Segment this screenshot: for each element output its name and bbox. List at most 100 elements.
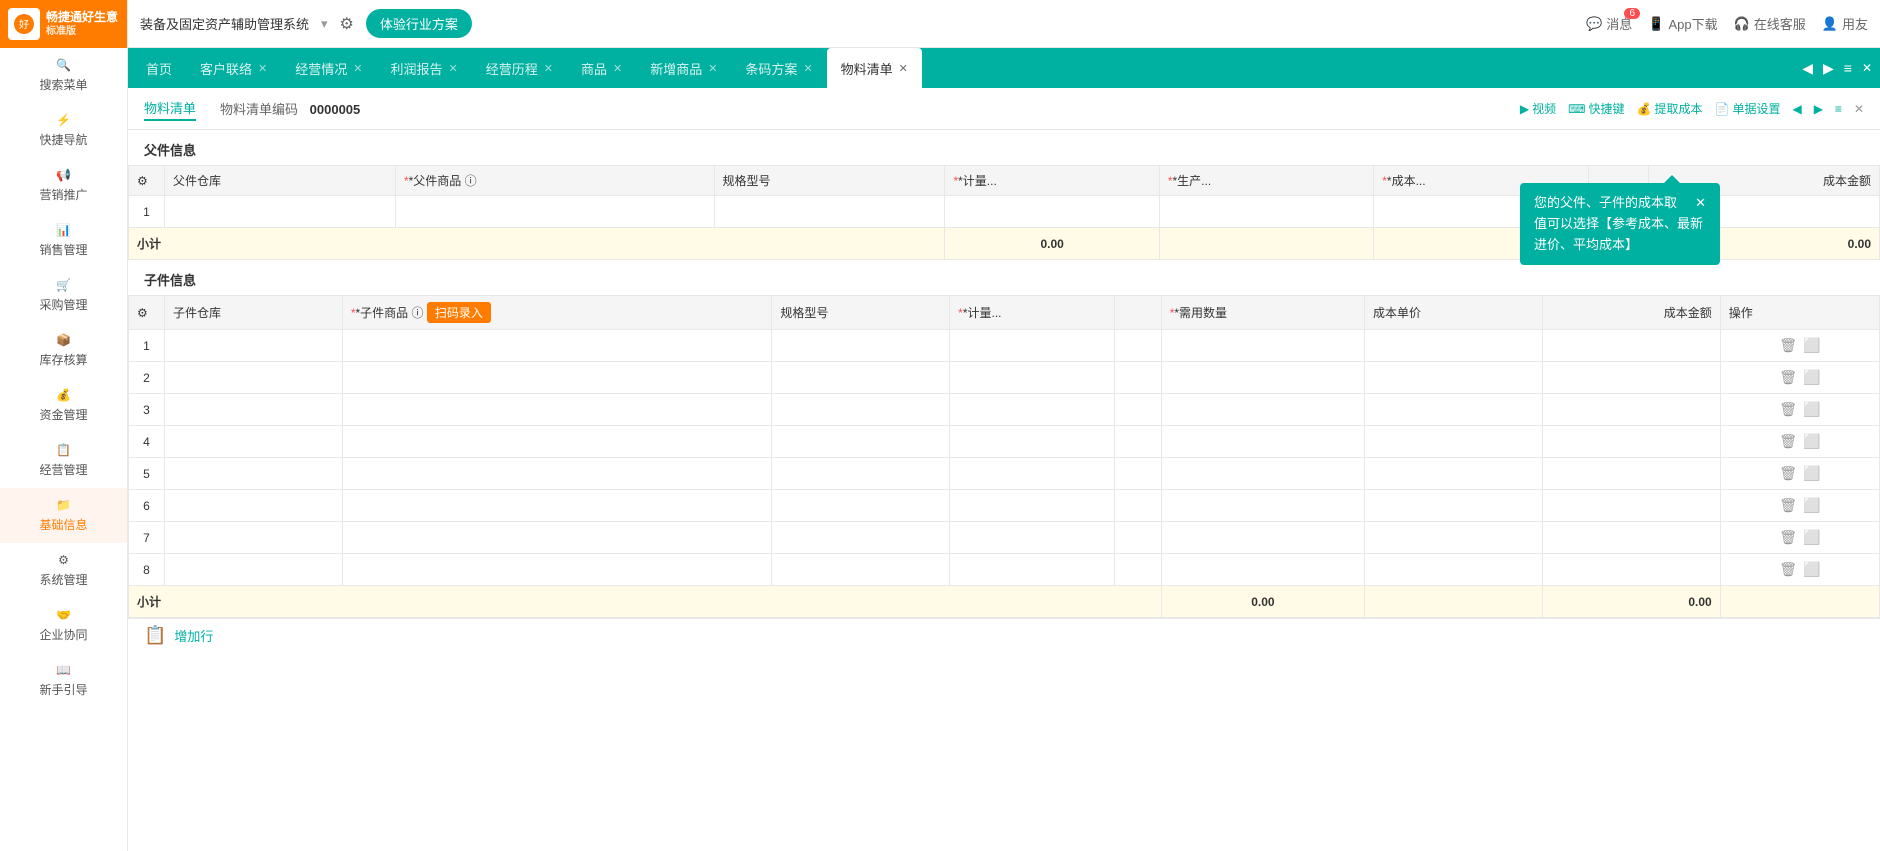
nav-back-icon[interactable]: ◀ — [1792, 102, 1801, 116]
sub-tab-bom[interactable]: 物料清单 — [144, 96, 196, 121]
child-row-warehouse[interactable] — [165, 522, 343, 554]
parent-th-settings[interactable]: ⚙ — [129, 166, 165, 196]
message-button[interactable]: 💬 消息 6 — [1586, 14, 1632, 33]
copy-row-icon[interactable]: ⬜ — [1803, 561, 1820, 578]
video-button[interactable]: ▶ 视频 — [1520, 100, 1556, 117]
copy-row-icon[interactable]: ⬜ — [1803, 369, 1820, 386]
child-row-product[interactable] — [342, 394, 772, 426]
nav-close-icon[interactable]: ✕ — [1858, 59, 1876, 77]
extract-cost-button[interactable]: 💰 提取成本 — [1637, 100, 1703, 117]
child-row-extra[interactable] — [1115, 458, 1161, 490]
child-row-qty[interactable] — [950, 458, 1115, 490]
sidebar-item-system[interactable]: ⚙ 系统管理 — [0, 543, 127, 598]
sidebar-item-inventory[interactable]: 📦 库存核算 — [0, 323, 127, 378]
sidebar-item-finance[interactable]: 💰 资金管理 — [0, 378, 127, 433]
child-row-warehouse[interactable] — [165, 490, 343, 522]
scan-input-button[interactable]: 扫码录入 — [427, 302, 491, 323]
tab-customer[interactable]: 客户联络 ✕ — [186, 48, 281, 88]
close-profit-tab-icon[interactable]: ✕ — [449, 62, 458, 75]
tooltip-close-button[interactable]: ✕ — [1695, 193, 1706, 214]
nav-list-icon[interactable]: ≡ — [1835, 102, 1842, 116]
child-row-qty[interactable] — [950, 554, 1115, 586]
sidebar-item-operations[interactable]: 📋 经营管理 — [0, 433, 127, 488]
copy-row-icon[interactable]: ⬜ — [1803, 465, 1820, 482]
child-row-needed-qty[interactable] — [1161, 394, 1364, 426]
sidebar-item-marketing[interactable]: 📢 营销推广 — [0, 158, 127, 213]
child-row-warehouse[interactable] — [165, 362, 343, 394]
app-download-button[interactable]: 📱 App下载 — [1648, 14, 1717, 33]
tab-history[interactable]: 经营历程 ✕ — [472, 48, 567, 88]
child-row-unit-cost[interactable] — [1365, 394, 1543, 426]
child-row-extra[interactable] — [1115, 490, 1161, 522]
parent-row-spec[interactable] — [714, 196, 945, 228]
child-row-spec[interactable] — [772, 330, 950, 362]
sidebar-item-basic-info[interactable]: 📁 基础信息 — [0, 488, 127, 543]
add-row-label[interactable]: 增加行 — [174, 626, 213, 645]
child-th-settings[interactable]: ⚙ — [129, 296, 165, 330]
child-row-spec[interactable] — [772, 394, 950, 426]
child-row-qty[interactable] — [950, 490, 1115, 522]
tab-operations[interactable]: 经营情况 ✕ — [281, 48, 376, 88]
sidebar-item-guide[interactable]: 📖 新手引导 — [0, 653, 127, 708]
online-service-button[interactable]: 🎧 在线客服 — [1734, 14, 1806, 33]
topbar-dropdown-icon[interactable]: ▾ — [321, 16, 328, 32]
child-row-extra[interactable] — [1115, 554, 1161, 586]
child-row-spec[interactable] — [772, 490, 950, 522]
child-row-product[interactable] — [342, 426, 772, 458]
child-row-warehouse[interactable] — [165, 458, 343, 490]
child-row-unit-cost[interactable] — [1365, 458, 1543, 490]
child-row-spec[interactable] — [772, 522, 950, 554]
settings-button[interactable]: ⚙ — [340, 14, 354, 34]
child-row-unit-cost[interactable] — [1365, 554, 1543, 586]
child-row-needed-qty[interactable] — [1161, 426, 1364, 458]
close-new-product-tab-icon[interactable]: ✕ — [708, 62, 717, 75]
tab-bom[interactable]: 物料清单 ✕ — [827, 48, 922, 88]
child-row-product[interactable] — [342, 330, 772, 362]
child-row-spec[interactable] — [772, 362, 950, 394]
parent-row-qty[interactable] — [945, 196, 1159, 228]
nav-prev-icon[interactable]: ◀ — [1798, 58, 1817, 79]
child-row-needed-qty[interactable] — [1161, 362, 1364, 394]
close-operations-tab-icon[interactable]: ✕ — [353, 62, 362, 75]
child-row-needed-qty[interactable] — [1161, 554, 1364, 586]
delete-row-icon[interactable]: 🗑 — [1779, 529, 1797, 546]
close-bom-tab-icon[interactable]: ✕ — [899, 62, 908, 75]
sidebar-item-cooperation[interactable]: 🤝 企业协同 — [0, 598, 127, 653]
close-history-tab-icon[interactable]: ✕ — [544, 62, 553, 75]
sidebar-item-quick-nav[interactable]: ⚡ 快捷导航 — [0, 103, 127, 158]
child-row-warehouse[interactable] — [165, 330, 343, 362]
copy-row-icon[interactable]: ⬜ — [1803, 401, 1820, 418]
tab-new-product[interactable]: 新增商品 ✕ — [636, 48, 731, 88]
child-row-warehouse[interactable] — [165, 394, 343, 426]
tab-barcode[interactable]: 条码方案 ✕ — [731, 48, 826, 88]
child-row-qty[interactable] — [950, 362, 1115, 394]
child-row-product[interactable] — [342, 554, 772, 586]
child-row-warehouse[interactable] — [165, 554, 343, 586]
copy-row-icon[interactable]: ⬜ — [1803, 529, 1820, 546]
sidebar-item-sales[interactable]: 📊 销售管理 — [0, 213, 127, 268]
doc-settings-button[interactable]: 📄 单据设置 — [1714, 100, 1780, 117]
delete-row-icon[interactable]: 🗑 — [1779, 433, 1797, 450]
child-row-extra[interactable] — [1115, 426, 1161, 458]
child-row-product[interactable] — [342, 458, 772, 490]
child-row-product[interactable] — [342, 490, 772, 522]
experience-btn[interactable]: 体验行业方案 — [366, 9, 472, 38]
child-row-needed-qty[interactable] — [1161, 522, 1364, 554]
delete-row-icon[interactable]: 🗑 — [1779, 369, 1797, 386]
nav-menu-icon[interactable]: ≡ — [1840, 58, 1856, 78]
child-row-spec[interactable] — [772, 554, 950, 586]
nav-close-content-icon[interactable]: ✕ — [1854, 102, 1864, 116]
child-row-qty[interactable] — [950, 394, 1115, 426]
delete-row-icon[interactable]: 🗑 — [1779, 497, 1797, 514]
nav-next-icon[interactable]: ▶ — [1819, 58, 1838, 79]
child-row-spec[interactable] — [772, 426, 950, 458]
delete-row-icon[interactable]: 🗑 — [1779, 337, 1797, 354]
add-row-icon[interactable]: 📋 — [144, 625, 166, 646]
user-menu[interactable]: 👤 用友 — [1822, 14, 1868, 33]
child-row-extra[interactable] — [1115, 330, 1161, 362]
child-row-unit-cost[interactable] — [1365, 490, 1543, 522]
child-row-unit-cost[interactable] — [1365, 522, 1543, 554]
parent-row-product[interactable] — [395, 196, 714, 228]
child-row-spec[interactable] — [772, 458, 950, 490]
delete-row-icon[interactable]: 🗑 — [1779, 561, 1797, 578]
